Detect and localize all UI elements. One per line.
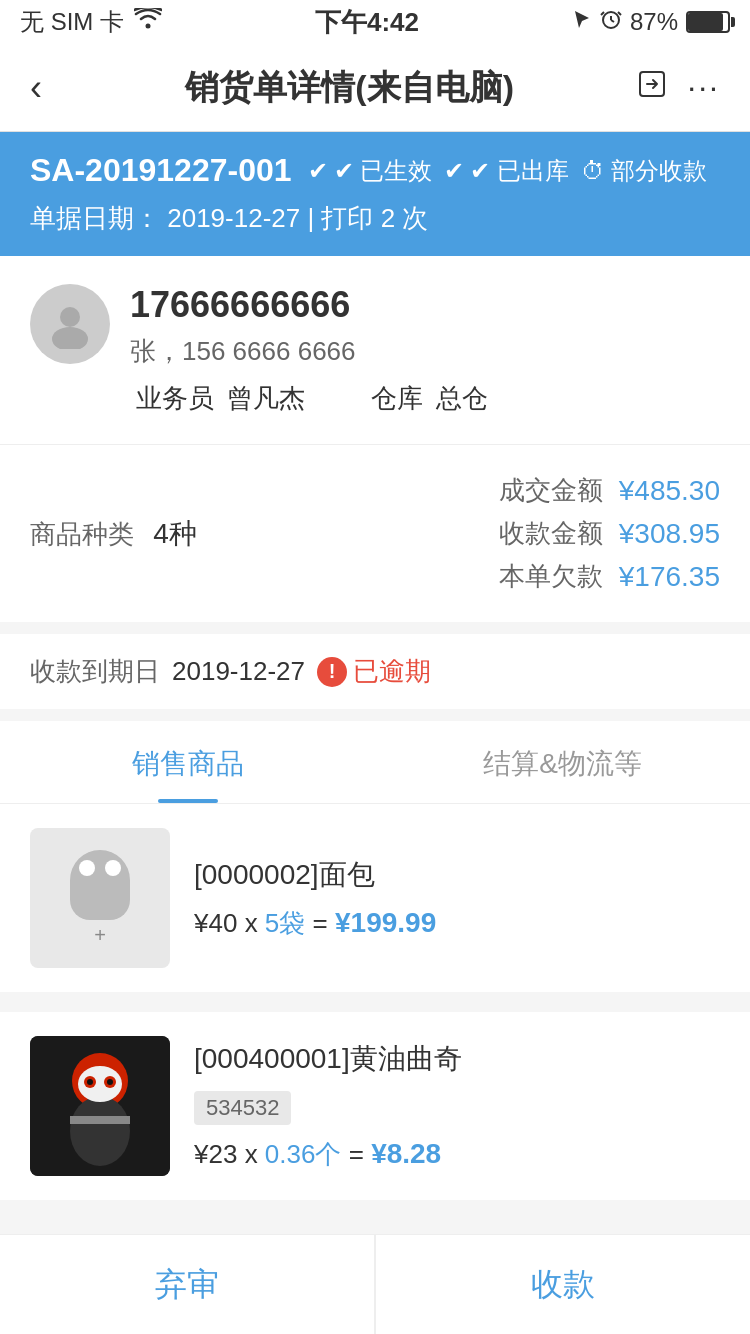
overdue-icon: ! (317, 657, 347, 687)
stats-section: 商品种类 4种 成交金额 ¥485.30 收款金额 ¥308.95 本单欠款 ¥… (0, 445, 750, 634)
date-label: 单据日期： (30, 203, 160, 233)
svg-point-8 (52, 327, 88, 349)
overdue-text: 已逾期 (353, 654, 431, 689)
warehouse-meta: 仓库 总仓 (365, 381, 488, 416)
category-label: 商品种类 (30, 519, 134, 549)
status-partial-payment: ⏱ 部分收款 (581, 155, 707, 187)
amount-label: 成交金额 (499, 473, 603, 508)
confirm-button[interactable]: 收款 (376, 1235, 750, 1334)
clock-icon: ⏱ (581, 157, 605, 185)
product-price-1: ¥40 x 5袋 = ¥199.99 (194, 906, 720, 941)
carrier-text: 无 SIM 卡 (20, 6, 124, 38)
owl-placeholder-icon: + (70, 850, 130, 947)
debt-row: 本单欠款 ¥176.35 (499, 559, 720, 594)
print-info: | 打印 2 次 (307, 203, 428, 233)
svg-line-3 (611, 20, 614, 22)
customer-name: 17666666666 (130, 284, 720, 326)
customer-avatar (30, 284, 110, 364)
status-badges: ✔ ✔ 已生效 ✔ ✔ 已出库 ⏱ 部分收款 (308, 155, 707, 187)
customer-section: 17666666666 张，156 6666 6666 业务员 曾凡杰 仓库 总… (0, 256, 750, 445)
product-name-1: [0000002]面包 (194, 856, 720, 894)
order-header: SA-20191227-001 ✔ ✔ 已生效 ✔ ✔ 已出库 ⏱ 部分收款 单… (0, 132, 750, 256)
check-icon-2: ✔ (444, 157, 464, 185)
product-batch-2: 534532 (194, 1091, 291, 1125)
sales-label: 业务员 (136, 383, 214, 413)
received-value: ¥308.95 (619, 518, 720, 550)
more-icon[interactable]: ··· (687, 69, 720, 106)
warehouse-value: 总仓 (436, 383, 488, 413)
svg-line-5 (618, 12, 621, 15)
sales-value: 曾凡杰 (227, 383, 305, 413)
amount-value: ¥485.30 (619, 475, 720, 507)
received-row: 收款金额 ¥308.95 (499, 516, 720, 551)
received-label: 收款金额 (499, 516, 603, 551)
status-bar: 无 SIM 卡 下午4:42 87% (0, 0, 750, 44)
nav-bar: ‹ 销货单详情(来自电脑) ··· (0, 44, 750, 132)
product-info-1: [0000002]面包 ¥40 x 5袋 = ¥199.99 (194, 856, 720, 941)
product-thumbnail-1: + (30, 828, 170, 968)
plus-icon: + (94, 924, 106, 947)
svg-line-4 (601, 12, 604, 15)
status-effected: ✔ ✔ 已生效 (308, 155, 433, 187)
list-item: [000400001]黄油曲奇 534532 ¥23 x 0.36个 = ¥8.… (0, 1012, 750, 1200)
svg-point-7 (60, 307, 80, 327)
page-title: 销货单详情(来自电脑) (62, 65, 637, 111)
svg-point-0 (146, 24, 151, 29)
product-thumbnail-2 (30, 1036, 170, 1176)
sales-meta: 业务员 曾凡杰 (130, 381, 305, 416)
cancel-button[interactable]: 弃审 (0, 1235, 375, 1334)
due-date: 2019-12-27 (172, 656, 305, 687)
status-right: 87% (572, 8, 730, 36)
svg-point-15 (87, 1079, 93, 1085)
product-price-2: ¥23 x 0.36个 = ¥8.28 (194, 1137, 720, 1172)
due-section: 收款到期日 2019-12-27 ! 已逾期 (0, 634, 750, 721)
alarm-icon (600, 8, 622, 36)
tab-sales-products[interactable]: 销售商品 (0, 721, 375, 803)
due-label: 收款到期日 (30, 654, 160, 689)
price-base-2: ¥23 (194, 1139, 237, 1169)
customer-meta: 业务员 曾凡杰 仓库 总仓 (130, 381, 720, 416)
order-date-line: 单据日期： 2019-12-27 | 打印 2 次 (30, 201, 720, 236)
wifi-icon (134, 8, 162, 36)
product-info-2: [000400001]黄油曲奇 534532 ¥23 x 0.36个 = ¥8.… (194, 1040, 720, 1172)
debt-label: 本单欠款 (499, 559, 603, 594)
bottom-bar: 弃审 收款 (0, 1234, 750, 1334)
price-qty-2: 0.36个 (265, 1139, 342, 1169)
svg-point-11 (70, 1096, 130, 1166)
warehouse-label: 仓库 (371, 383, 423, 413)
customer-phone: 张，156 6666 6666 (130, 334, 720, 369)
category-value: 4种 (153, 518, 197, 549)
check-icon-1: ✔ (308, 157, 328, 185)
status-shipped: ✔ ✔ 已出库 (444, 155, 569, 187)
debt-value: ¥176.35 (619, 561, 720, 593)
battery-percent: 87% (630, 8, 678, 36)
tabs-section: 销售商品 结算&物流等 (0, 721, 750, 804)
status-left: 无 SIM 卡 (20, 6, 162, 38)
price-total-2: ¥8.28 (371, 1138, 441, 1169)
stats-left: 商品种类 4种 (30, 515, 499, 553)
amount-row: 成交金额 ¥485.30 (499, 473, 720, 508)
svg-rect-17 (70, 1116, 130, 1124)
status-time: 下午4:42 (315, 5, 419, 40)
customer-info: 17666666666 张，156 6666 6666 业务员 曾凡杰 仓库 总… (130, 284, 720, 416)
price-total-1: ¥199.99 (335, 907, 436, 938)
order-date: 2019-12-27 (167, 203, 300, 233)
overdue-badge: ! 已逾期 (317, 654, 431, 689)
stats-right: 成交金额 ¥485.30 收款金额 ¥308.95 本单欠款 ¥176.35 (499, 473, 720, 594)
tab-settlement-logistics[interactable]: 结算&物流等 (375, 721, 750, 803)
share-icon[interactable] (637, 69, 667, 106)
nav-actions: ··· (637, 69, 720, 106)
price-qty-1: 5袋 (265, 908, 305, 938)
back-button[interactable]: ‹ (30, 57, 62, 119)
location-icon (572, 8, 592, 36)
product-name-2: [000400001]黄油曲奇 (194, 1040, 720, 1078)
order-id: SA-20191227-001 (30, 152, 292, 189)
svg-point-16 (107, 1079, 113, 1085)
list-item: + [0000002]面包 ¥40 x 5袋 = ¥199.99 (0, 804, 750, 992)
battery-icon (686, 11, 730, 33)
price-base-1: ¥40 (194, 908, 237, 938)
